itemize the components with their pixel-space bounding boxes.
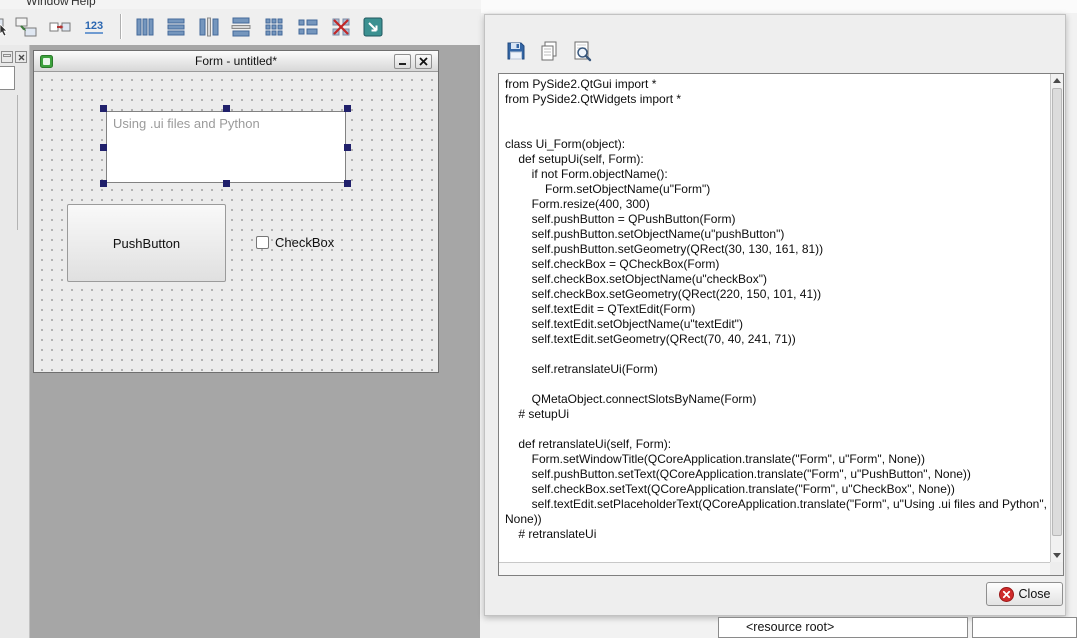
- vertical-scrollbar-thumb[interactable]: [1052, 88, 1062, 536]
- canvas-pushbutton-widget[interactable]: PushButton: [67, 204, 226, 282]
- selection-handle[interactable]: [223, 105, 230, 112]
- float-glyph: [3, 54, 11, 57]
- close-circle-icon: [999, 587, 1014, 602]
- checkbox-indicator[interactable]: [256, 236, 269, 249]
- layout-grid-icon[interactable]: [261, 14, 287, 40]
- layout-horizontal-splitter-icon[interactable]: [196, 14, 222, 40]
- edit-widgets-icon[interactable]: [0, 14, 12, 40]
- scroll-up-icon[interactable]: [1051, 74, 1063, 87]
- code-preview-dialog: from PySide2.QtGui import * from PySide2…: [484, 14, 1066, 616]
- dock-scrollbar[interactable]: [17, 95, 18, 230]
- form-titlebar[interactable]: Form - untitled*: [34, 51, 438, 72]
- mdi-area: Form - untitled* Using .ui files and Pyt…: [30, 45, 480, 638]
- main-toolbar: 123: [0, 9, 481, 45]
- textedit-placeholder: Using .ui files and Python: [107, 112, 345, 135]
- form-window-title: Form - untitled*: [34, 54, 438, 68]
- checkbox-label: CheckBox: [275, 235, 334, 250]
- selection-handle[interactable]: [223, 180, 230, 187]
- form-canvas[interactable]: Using .ui files and Python PushButton Ch…: [34, 72, 438, 372]
- canvas-textedit-widget[interactable]: Using .ui files and Python: [106, 111, 346, 183]
- selection-handle[interactable]: [100, 105, 107, 112]
- resource-root-item[interactable]: <resource root>: [746, 620, 834, 634]
- close-window-button[interactable]: [415, 54, 432, 69]
- horizontal-scrollbar[interactable]: [499, 562, 1050, 575]
- selection-handle[interactable]: [344, 144, 351, 151]
- form-editor-window: Form - untitled* Using .ui files and Pyt…: [33, 50, 439, 373]
- selection-handle[interactable]: [344, 105, 351, 112]
- copy-icon[interactable]: [536, 38, 562, 64]
- menu-window[interactable]: Window: [26, 0, 69, 8]
- menu-help[interactable]: Help: [71, 0, 96, 8]
- top-right-strip: [481, 0, 1077, 13]
- scrollbar-corner: [1050, 562, 1063, 575]
- widget-box-dock-strip: [0, 45, 30, 638]
- break-layout-icon[interactable]: [328, 14, 354, 40]
- layout-horizontal-icon[interactable]: [132, 14, 158, 40]
- vertical-scrollbar[interactable]: [1050, 74, 1063, 562]
- layout-vertical-splitter-icon[interactable]: [228, 14, 254, 40]
- save-icon[interactable]: [503, 38, 529, 64]
- dock-float-icon[interactable]: [1, 51, 13, 63]
- edit-signals-slots-icon[interactable]: [13, 14, 39, 40]
- layout-form-icon[interactable]: [295, 14, 321, 40]
- tab-order-glyph: 123: [85, 20, 103, 34]
- scroll-down-icon[interactable]: [1051, 549, 1063, 562]
- pushbutton-label: PushButton: [113, 236, 180, 251]
- selection-handle[interactable]: [100, 144, 107, 151]
- edit-tab-order-icon[interactable]: 123: [81, 14, 107, 40]
- generated-python-code: from PySide2.QtGui import * from PySide2…: [499, 74, 1050, 562]
- close-button[interactable]: Close: [986, 582, 1063, 606]
- qt-designer-window: Window Help: [0, 0, 1077, 638]
- selection-handle[interactable]: [344, 180, 351, 187]
- close-icon: [419, 57, 428, 66]
- canvas-checkbox-widget[interactable]: CheckBox: [256, 232, 334, 252]
- adjust-size-icon[interactable]: [360, 14, 386, 40]
- layout-vertical-icon[interactable]: [163, 14, 189, 40]
- selection-handle[interactable]: [100, 180, 107, 187]
- resource-browser-side-panel: [972, 617, 1077, 638]
- code-editor[interactable]: from PySide2.QtGui import * from PySide2…: [498, 73, 1064, 576]
- dock-close-icon[interactable]: [15, 51, 27, 63]
- minimize-icon: [399, 63, 406, 65]
- widget-filter-input[interactable]: [0, 66, 15, 90]
- resource-browser-panel: <resource root>: [718, 617, 968, 638]
- find-icon[interactable]: [569, 38, 595, 64]
- minimize-button[interactable]: [394, 54, 411, 69]
- close-button-label: Close: [1019, 587, 1051, 601]
- toolbar-separator: [120, 14, 122, 39]
- edit-buddies-icon[interactable]: [47, 14, 73, 40]
